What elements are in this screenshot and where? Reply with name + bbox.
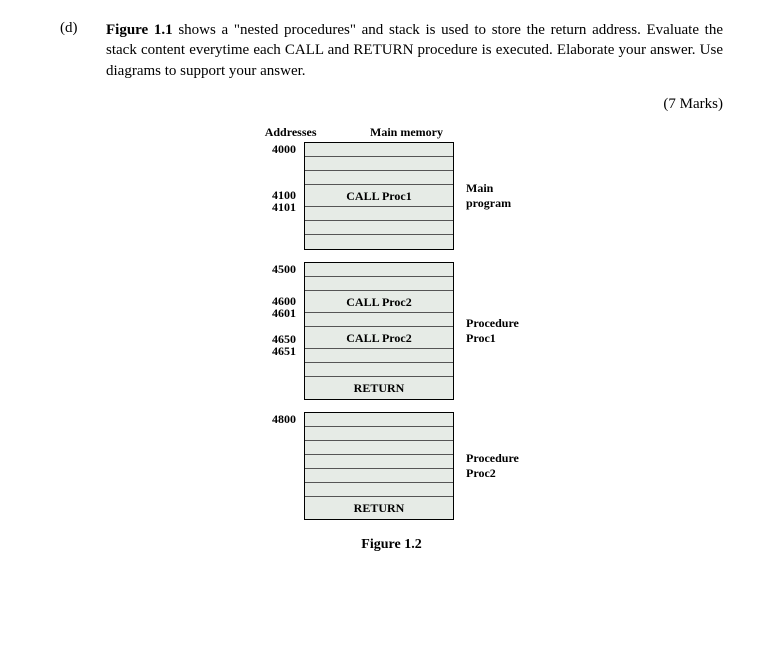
rlabel-proc1-1: Procedure <box>466 316 534 331</box>
figure-caption: Figure 1.2 <box>361 537 421 553</box>
mem-line <box>305 313 453 327</box>
mem-line <box>305 441 453 455</box>
label-main-program: Main program <box>454 181 534 211</box>
mem-line <box>305 207 453 221</box>
mem-box-2: CALL Proc2 CALL Proc2 RETURN <box>304 262 454 400</box>
mem-line <box>305 171 453 185</box>
memory-block-main: 4000 4100 4101 CALL Proc1 Main program <box>249 142 534 250</box>
mem-line <box>305 363 453 377</box>
mem-call-proc2-a: CALL Proc2 <box>305 291 453 313</box>
mem-line <box>305 263 453 277</box>
figure: Addresses Main memory 4000 4100 4101 CAL… <box>60 125 723 553</box>
mem-line <box>305 349 453 363</box>
memory-block-proc2: 4800 RETURN Procedure Proc2 <box>249 412 534 520</box>
mem-line <box>305 235 453 249</box>
rlabel-proc1-2: Proc1 <box>466 331 534 346</box>
mem-box-1: CALL Proc1 <box>304 142 454 250</box>
figure-headers: Addresses Main memory <box>262 125 482 140</box>
addr-4101: 4101 <box>249 200 296 214</box>
mem-line <box>305 277 453 291</box>
mem-return-1: RETURN <box>305 377 453 399</box>
addr-4601: 4601 <box>249 306 296 320</box>
header-addresses: Addresses <box>262 125 332 140</box>
mem-line <box>305 157 453 171</box>
figure-ref: Figure 1.1 <box>106 22 173 38</box>
question-text: Figure 1.1 shows a "nested procedures" a… <box>106 20 723 81</box>
figure-inner: Addresses Main memory 4000 4100 4101 CAL… <box>249 125 534 553</box>
addr-col-1: 4000 4100 4101 <box>249 142 304 214</box>
addr-col-2: 4500 4600 4601 4650 4651 <box>249 262 304 358</box>
mem-return-2: RETURN <box>305 497 453 519</box>
mem-line <box>305 427 453 441</box>
addr-blank <box>249 156 296 170</box>
mem-line <box>305 143 453 157</box>
rlabel-main-2: program <box>466 196 534 211</box>
mem-line <box>305 469 453 483</box>
mem-call-proc1: CALL Proc1 <box>305 185 453 207</box>
mem-call-proc2-b: CALL Proc2 <box>305 327 453 349</box>
addr-4000: 4000 <box>249 142 296 156</box>
label-proc2: Procedure Proc2 <box>454 451 534 481</box>
addr-4651: 4651 <box>249 344 296 358</box>
question-body: shows a "nested procedures" and stack is… <box>106 22 723 79</box>
marks: (7 Marks) <box>60 96 723 113</box>
memory-block-proc1: 4500 4600 4601 4650 4651 CALL Proc2 CALL… <box>249 262 534 400</box>
mem-box-3: RETURN <box>304 412 454 520</box>
mem-line <box>305 483 453 497</box>
addr-spacer <box>249 320 296 328</box>
addr-col-3: 4800 <box>249 412 304 426</box>
label-proc1: Procedure Proc1 <box>454 316 534 346</box>
mem-line <box>305 455 453 469</box>
question-label: (d) <box>60 20 88 81</box>
rlabel-proc2-2: Proc2 <box>466 466 534 481</box>
mem-line <box>305 413 453 427</box>
addr-blank <box>249 170 296 184</box>
header-memory: Main memory <box>332 125 482 140</box>
rlabel-main-1: Main <box>466 181 534 196</box>
mem-line <box>305 221 453 235</box>
question-block: (d) Figure 1.1 shows a "nested procedure… <box>60 20 723 81</box>
addr-4800: 4800 <box>249 412 296 426</box>
rlabel-proc2-1: Procedure <box>466 451 534 466</box>
addr-4500: 4500 <box>249 262 296 276</box>
addr-blank <box>249 276 296 290</box>
